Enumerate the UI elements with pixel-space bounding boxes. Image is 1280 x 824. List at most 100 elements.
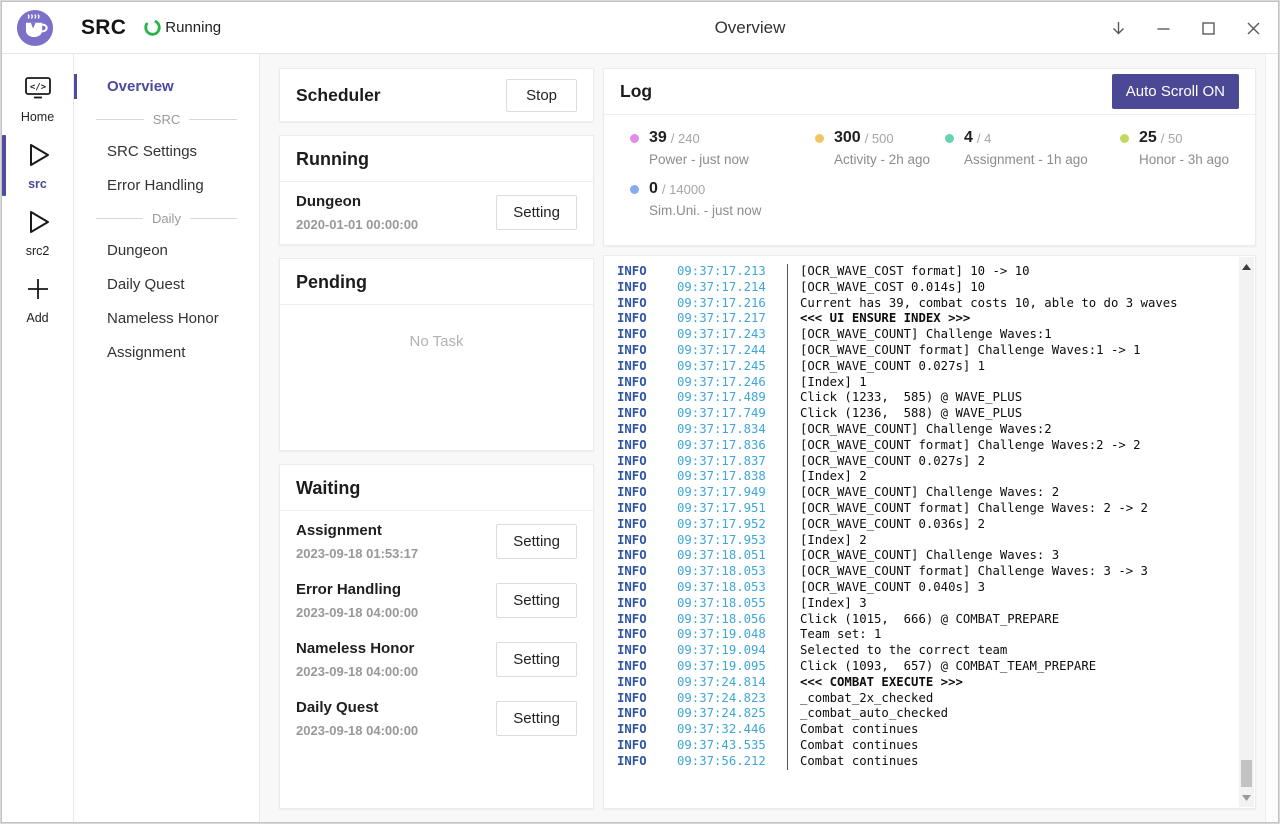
log-timestamp: 09:37:18.053 bbox=[677, 579, 766, 594]
log-level: INFO bbox=[617, 579, 647, 594]
svg-text:</>: </> bbox=[29, 83, 46, 93]
log-timestamp: 09:37:17.246 bbox=[677, 374, 766, 389]
log-level: INFO bbox=[617, 485, 647, 500]
auto-scroll-button[interactable]: Auto Scroll ON bbox=[1111, 74, 1239, 109]
rail-item-src[interactable]: src bbox=[2, 132, 73, 199]
rail-item-label: src bbox=[28, 177, 47, 191]
log-level: INFO bbox=[617, 737, 647, 752]
log-message: Click (1093, 657) @ COMBAT_TEAM_PREPARE bbox=[787, 658, 1096, 675]
download-update-icon[interactable] bbox=[1109, 19, 1127, 37]
no-task-label: No Task bbox=[409, 333, 464, 350]
log-level: INFO bbox=[617, 358, 647, 373]
active-indicator-bar bbox=[2, 135, 6, 196]
setting-button[interactable]: Setting bbox=[496, 642, 577, 677]
app-window: SRC Running Overview </> Home src src2 Add bbox=[1, 1, 1279, 823]
resource-stat: 4 / 4 Assignment - 1h ago bbox=[945, 129, 1120, 167]
stat-dot-icon bbox=[1120, 133, 1129, 143]
waiting-card: Waiting Assignment 2023-09-18 01:53:17 Set… bbox=[279, 464, 594, 809]
log-message: Combat continues bbox=[787, 737, 918, 754]
log-line: INFO 09:37:17.953 [Index] 2 bbox=[604, 532, 1237, 549]
log-message: Team set: 1 bbox=[787, 627, 881, 644]
log-message: <<< UI ENSURE INDEX >>> bbox=[787, 311, 970, 328]
scroll-down-icon[interactable] bbox=[1239, 790, 1254, 805]
scrollbar-thumb[interactable] bbox=[1241, 760, 1252, 787]
log-message: [OCR_WAVE_COUNT format] Challenge Waves:… bbox=[787, 437, 1141, 454]
status-label: Running bbox=[165, 19, 222, 36]
nav-item-assignment[interactable]: Assignment bbox=[74, 336, 259, 369]
log-line: INFO 09:37:17.952 [OCR_WAVE_COUNT 0.036s] … bbox=[604, 516, 1237, 533]
task-info: Assignment 2023-09-18 01:53:17 bbox=[296, 522, 418, 561]
task-column: Scheduler Stop Running Dungeon 2020-01-0… bbox=[279, 68, 594, 809]
log-level: INFO bbox=[617, 342, 647, 357]
stat-total: / 240 bbox=[670, 130, 700, 146]
log-message: Combat continues bbox=[787, 722, 918, 738]
log-line: INFO 09:37:18.055 [Index] 3 bbox=[604, 595, 1237, 612]
nav-item-src-settings[interactable]: SRC Settings bbox=[74, 135, 259, 168]
log-message: Click (1236, 588) @ WAVE_PLUS bbox=[787, 406, 1022, 422]
log-line: INFO 09:37:17.838 [Index] 2 bbox=[604, 469, 1237, 486]
minimize-icon[interactable] bbox=[1154, 19, 1172, 37]
log-level: INFO bbox=[617, 295, 647, 310]
titlebar: SRC Running Overview bbox=[2, 2, 1278, 54]
nav-section-label: Daily bbox=[152, 211, 181, 226]
nav-section-divider: Daily bbox=[74, 203, 259, 234]
nav-item-error-handling[interactable]: Error Handling bbox=[74, 169, 259, 202]
setting-button[interactable]: Setting bbox=[496, 195, 577, 230]
log-level: INFO bbox=[617, 595, 647, 610]
task-info: Error Handling 2023-09-18 04:00:00 bbox=[296, 581, 418, 620]
log-timestamp: 09:37:19.094 bbox=[677, 643, 766, 658]
close-icon[interactable] bbox=[1244, 19, 1262, 37]
nav-item-nameless-honor[interactable]: Nameless Honor bbox=[74, 302, 259, 335]
nav-item-daily-quest[interactable]: Daily Quest bbox=[74, 268, 259, 301]
log-level: INFO bbox=[617, 406, 647, 421]
rail-item-src2[interactable]: src2 bbox=[2, 199, 73, 266]
stat-value: 0 bbox=[649, 180, 658, 197]
play-icon bbox=[23, 141, 53, 174]
setting-button[interactable]: Setting bbox=[496, 701, 577, 736]
log-level: INFO bbox=[617, 374, 647, 389]
task-row: Dungeon 2020-01-01 00:00:00 Setting bbox=[280, 182, 593, 241]
log-timestamp: 09:37:17.245 bbox=[677, 358, 766, 373]
task-time: 2023-09-18 04:00:00 bbox=[296, 605, 419, 620]
log-level: INFO bbox=[617, 516, 647, 531]
stat-value: 4 bbox=[964, 129, 973, 146]
log-message: [OCR_WAVE_COUNT] Challenge Waves: 2 bbox=[787, 485, 1059, 501]
log-scrollbar[interactable] bbox=[1239, 257, 1254, 807]
stat-value-row: 39 / 240 bbox=[630, 129, 815, 147]
log-header: Log Auto Scroll ON bbox=[604, 69, 1255, 115]
maximize-icon[interactable] bbox=[1199, 19, 1217, 37]
log-timestamp: 09:37:17.952 bbox=[677, 516, 766, 531]
setting-button[interactable]: Setting bbox=[496, 524, 577, 559]
log-level: INFO bbox=[617, 627, 647, 642]
rail-item-add[interactable]: Add bbox=[2, 266, 73, 333]
log-timestamp: 09:37:18.055 bbox=[677, 595, 766, 610]
nav-item-dungeon[interactable]: Dungeon bbox=[74, 234, 259, 267]
log-column: Log Auto Scroll ON 39 / 240 Power - just … bbox=[603, 68, 1256, 809]
log-timestamp: 09:37:17.834 bbox=[677, 421, 766, 436]
scroll-up-icon[interactable] bbox=[1239, 259, 1254, 274]
code-monitor-icon: </> bbox=[22, 75, 54, 107]
task-row: Daily Quest 2023-09-18 04:00:00 Setting bbox=[280, 688, 593, 747]
stat-value: 25 bbox=[1139, 129, 1157, 146]
log-timestamp: 09:37:17.836 bbox=[677, 437, 766, 452]
log-timestamp: 09:37:17.214 bbox=[677, 279, 766, 294]
log-line: INFO 09:37:17.244 [OCR_WAVE_COUNT format] … bbox=[604, 342, 1237, 359]
log-timestamp: 09:37:17.837 bbox=[677, 453, 766, 468]
task-info: Nameless Honor 2023-09-18 04:00:00 bbox=[296, 640, 418, 679]
log-message: [OCR_WAVE_COUNT format] Challenge Waves:… bbox=[787, 500, 1148, 517]
stat-total: / 50 bbox=[1160, 130, 1183, 146]
log-message: [Index] 3 bbox=[787, 595, 867, 612]
stat-total: / 4 bbox=[976, 130, 992, 146]
log-line: INFO 09:37:18.051 [OCR_WAVE_COUNT] Challen… bbox=[604, 548, 1237, 565]
rail-item-home[interactable]: </> Home bbox=[2, 66, 73, 132]
rail-item-label: src2 bbox=[25, 244, 50, 258]
log-line: INFO 09:37:56.212 Combat continues bbox=[604, 753, 1237, 770]
stop-button[interactable]: Stop bbox=[506, 78, 577, 112]
rail-item-label: Home bbox=[20, 110, 55, 124]
log-line: INFO 09:37:17.749 Click (1236, 588) @ WAVE… bbox=[604, 406, 1237, 422]
setting-button[interactable]: Setting bbox=[496, 583, 577, 618]
log-timestamp: 09:37:17.949 bbox=[677, 485, 766, 500]
log-timestamp: 09:37:32.446 bbox=[677, 722, 766, 737]
log-timestamp: 09:37:24.823 bbox=[677, 690, 766, 705]
nav-item-overview[interactable]: Overview bbox=[74, 70, 259, 103]
